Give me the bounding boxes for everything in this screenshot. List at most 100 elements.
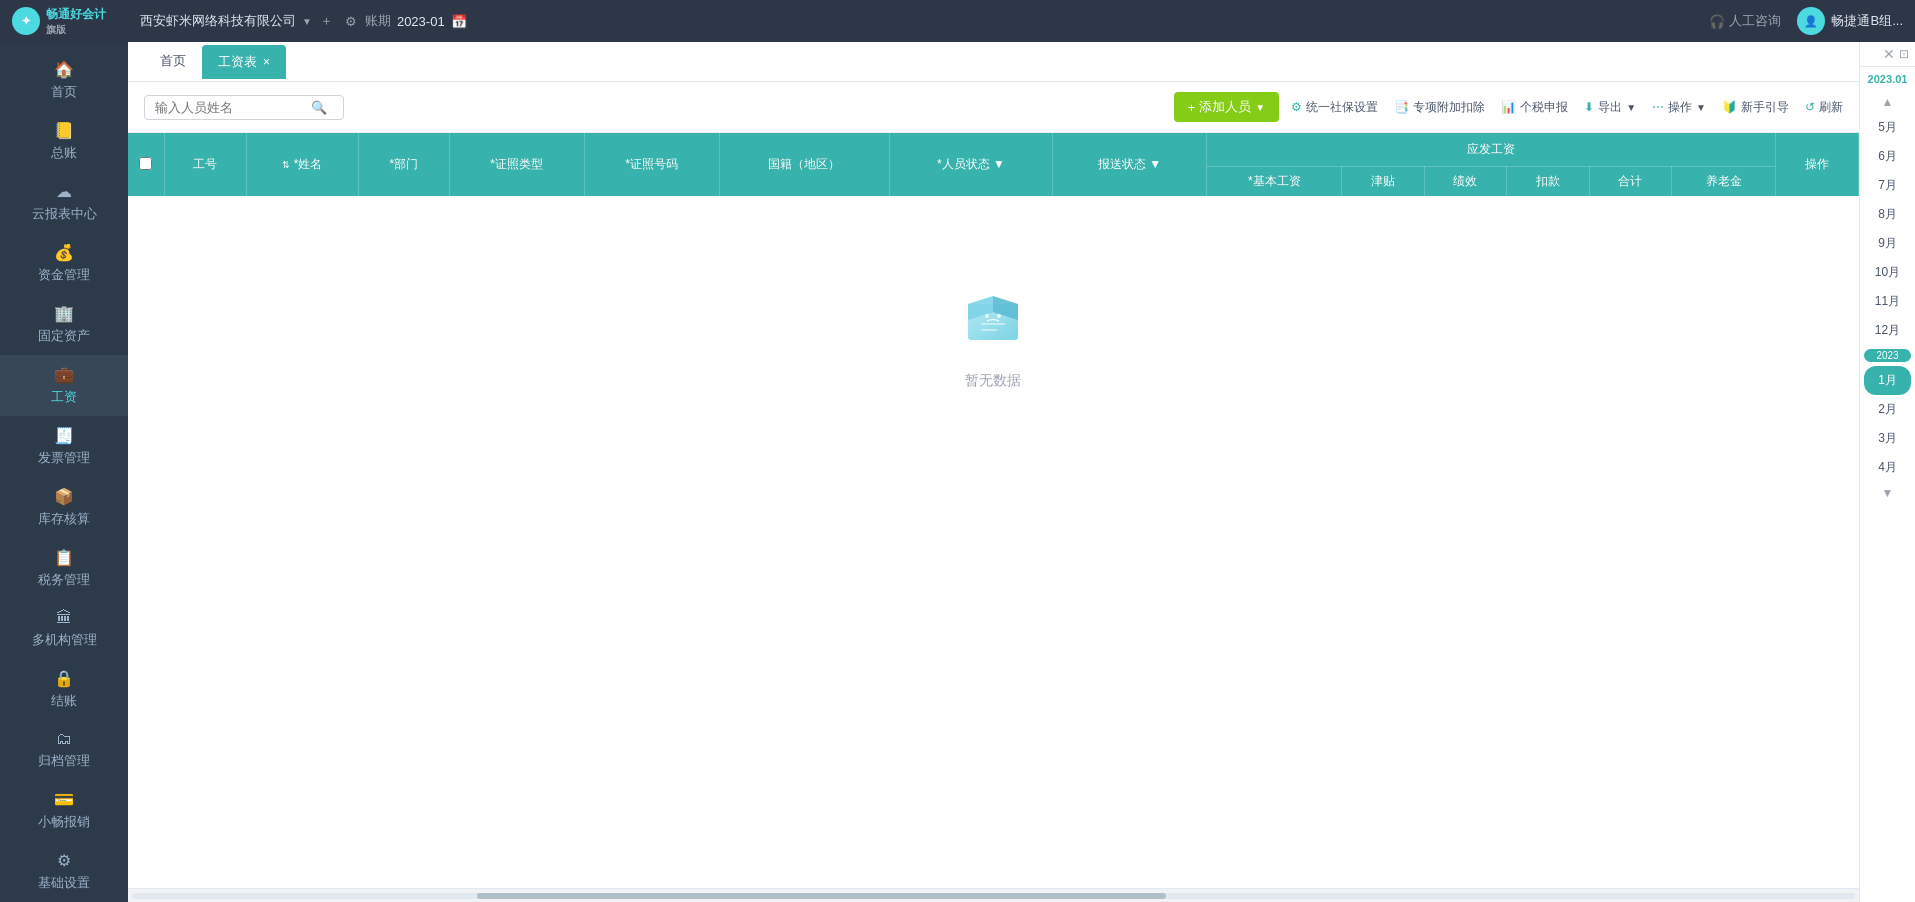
sidebar-item-tax[interactable]: 📋 税务管理 [0, 538, 128, 599]
sidebar-item-label: 库存核算 [38, 510, 90, 528]
checkbox-header[interactable] [128, 133, 164, 196]
sidebar-item-cloud-report[interactable]: ☁ 云报表中心 [0, 172, 128, 233]
sidebar-item-label: 资金管理 [38, 266, 90, 284]
month-item-12[interactable]: 12月 [1860, 316, 1915, 345]
sidebar-item-salary[interactable]: 💼 工资 [0, 355, 128, 416]
month-item-5[interactable]: 5月 [1860, 113, 1915, 142]
panel-expand-button[interactable]: ⊡ [1899, 47, 1909, 61]
sidebar-item-label: 总账 [51, 144, 77, 162]
add-icon[interactable]: ＋ [320, 12, 333, 30]
income-tax-action[interactable]: 📊 个税申报 [1501, 99, 1568, 116]
settings-icon[interactable]: ⚙ [345, 14, 357, 29]
scroll-up-button[interactable]: ▲ [1860, 91, 1915, 113]
col-pension: 养老金 [1671, 167, 1775, 197]
assets-icon: 🏢 [54, 304, 74, 323]
user-badge[interactable]: 👤 畅捷通B组... [1797, 7, 1903, 35]
month-item-7[interactable]: 7月 [1860, 171, 1915, 200]
company-selector[interactable]: 西安虾米网络科技有限公司 ▼ [140, 12, 312, 30]
add-person-button[interactable]: + 添加人员 ▼ [1174, 92, 1280, 122]
calendar-icon[interactable]: 📅 [451, 14, 467, 29]
headset-icon: 🎧 [1709, 14, 1725, 29]
expenses-icon: 💳 [54, 790, 74, 809]
month-item-3[interactable]: 3月 [1860, 424, 1915, 453]
sidebar-item-closing[interactable]: 🔒 结账 [0, 659, 128, 720]
panel-close-button[interactable]: ✕ [1883, 46, 1895, 62]
sidebar-item-settings[interactable]: ⚙ 基础设置 [0, 841, 128, 902]
sidebar-item-expenses[interactable]: 💳 小畅报销 [0, 780, 128, 841]
select-all-checkbox[interactable] [139, 157, 152, 170]
social-settings-action[interactable]: ⚙ 统一社保设置 [1291, 99, 1378, 116]
sidebar-item-funds[interactable]: 💰 资金管理 [0, 233, 128, 294]
month-item-9[interactable]: 9月 [1860, 229, 1915, 258]
tab-home[interactable]: 首页 [144, 44, 202, 80]
col-status: *人员状态 ▼ [890, 133, 1053, 196]
toolbar: 🔍 + 添加人员 ▼ ⚙ 统一社保设置 📑 专项附加扣除 📊 个税 [128, 82, 1859, 133]
sidebar-item-home[interactable]: 🏠 首页 [0, 50, 128, 111]
sidebar-item-inventory[interactable]: 📦 库存核算 [0, 477, 128, 538]
header-icons: ＋ ⚙ [320, 12, 357, 30]
month-item-10[interactable]: 10月 [1860, 258, 1915, 287]
toolbar-actions: ⚙ 统一社保设置 📑 专项附加扣除 📊 个税申报 ⬇ 导出 ▼ ⋯ [1291, 99, 1843, 116]
sidebar-item-label: 结账 [51, 692, 77, 710]
support-button[interactable]: 🎧 人工咨询 [1709, 12, 1781, 30]
scroll-area[interactable] [128, 888, 1859, 902]
sidebar-item-ledger[interactable]: 📒 总账 [0, 111, 128, 172]
salary-icon: 💼 [54, 365, 74, 384]
operations-icon: ⋯ [1652, 100, 1664, 114]
guide-action[interactable]: 🔰 新手引导 [1722, 99, 1789, 116]
search-input[interactable] [155, 100, 305, 115]
sidebar-item-label: 多机构管理 [32, 631, 97, 649]
sidebar-item-label: 归档管理 [38, 752, 90, 770]
sidebar-item-archive[interactable]: 🗂 归档管理 [0, 720, 128, 780]
chevron-down-icon: ▼ [1696, 102, 1706, 113]
month-item-2[interactable]: 2月 [1860, 395, 1915, 424]
tax-icon: 📋 [54, 548, 74, 567]
operations-action[interactable]: ⋯ 操作 ▼ [1652, 99, 1706, 116]
sidebar-item-label: 基础设置 [38, 874, 90, 892]
empty-state: 暂无数据 [128, 196, 1859, 470]
filter-icon[interactable]: ▼ [993, 157, 1005, 171]
company-name: 西安虾米网络科技有限公司 [140, 12, 296, 30]
scroll-down-button[interactable]: ▼ [1860, 482, 1915, 504]
sidebar-item-assets[interactable]: 🏢 固定资产 [0, 294, 128, 355]
scroll-thumb[interactable] [477, 893, 1166, 899]
home-icon: 🏠 [54, 60, 74, 79]
funds-icon: 💰 [54, 243, 74, 262]
month-item-8[interactable]: 8月 [1860, 200, 1915, 229]
chevron-down-icon: ▼ [302, 16, 312, 27]
empty-icon [953, 276, 1033, 356]
scroll-track[interactable] [132, 893, 1855, 899]
sidebar: 🏠 首页 📒 总账 ☁ 云报表中心 💰 资金管理 🏢 固定资产 💼 工资 🧾 发… [0, 42, 128, 902]
main-layout: 🏠 首页 📒 总账 ☁ 云报表中心 💰 资金管理 🏢 固定资产 💼 工资 🧾 发… [0, 42, 1915, 902]
sidebar-item-multi-org[interactable]: 🏛 多机构管理 [0, 599, 128, 659]
refresh-action[interactable]: ↺ 刷新 [1805, 99, 1843, 116]
closing-icon: 🔒 [54, 669, 74, 688]
user-avatar: 👤 [1797, 7, 1825, 35]
sidebar-item-label: 云报表中心 [32, 205, 97, 223]
col-deduction: 扣款 [1507, 167, 1589, 197]
month-item-1[interactable]: 1月 [1864, 366, 1911, 395]
tax-deduct-action[interactable]: 📑 专项附加扣除 [1394, 99, 1485, 116]
logo-icon: ✦ [12, 7, 40, 35]
month-item-11[interactable]: 11月 [1860, 287, 1915, 316]
month-item-6[interactable]: 6月 [1860, 142, 1915, 171]
col-total: 合计 [1589, 167, 1671, 197]
col-id-num: *证照号码 [584, 133, 719, 196]
tab-close-icon[interactable]: × [263, 55, 270, 69]
col-ops: 操作 [1776, 133, 1859, 196]
export-action[interactable]: ⬇ 导出 ▼ [1584, 99, 1636, 116]
tab-salary[interactable]: 工资表 × [202, 45, 286, 79]
sidebar-item-label: 发票管理 [38, 449, 90, 467]
filter-icon[interactable]: ▼ [1149, 157, 1161, 171]
sort-icon[interactable]: ⇅ [282, 160, 290, 170]
col-allowance: 津贴 [1342, 167, 1424, 197]
sidebar-item-label: 首页 [51, 83, 77, 101]
chevron-down-icon: ▼ [1255, 102, 1265, 113]
app-sub: 旗版 [46, 23, 106, 37]
sidebar-item-invoice[interactable]: 🧾 发票管理 [0, 416, 128, 477]
col-nationality: 国籍（地区） [719, 133, 889, 196]
col-base-salary: *基本工资 [1207, 167, 1342, 197]
search-box[interactable]: 🔍 [144, 95, 344, 120]
month-item-4[interactable]: 4月 [1860, 453, 1915, 482]
sidebar-item-label: 固定资产 [38, 327, 90, 345]
